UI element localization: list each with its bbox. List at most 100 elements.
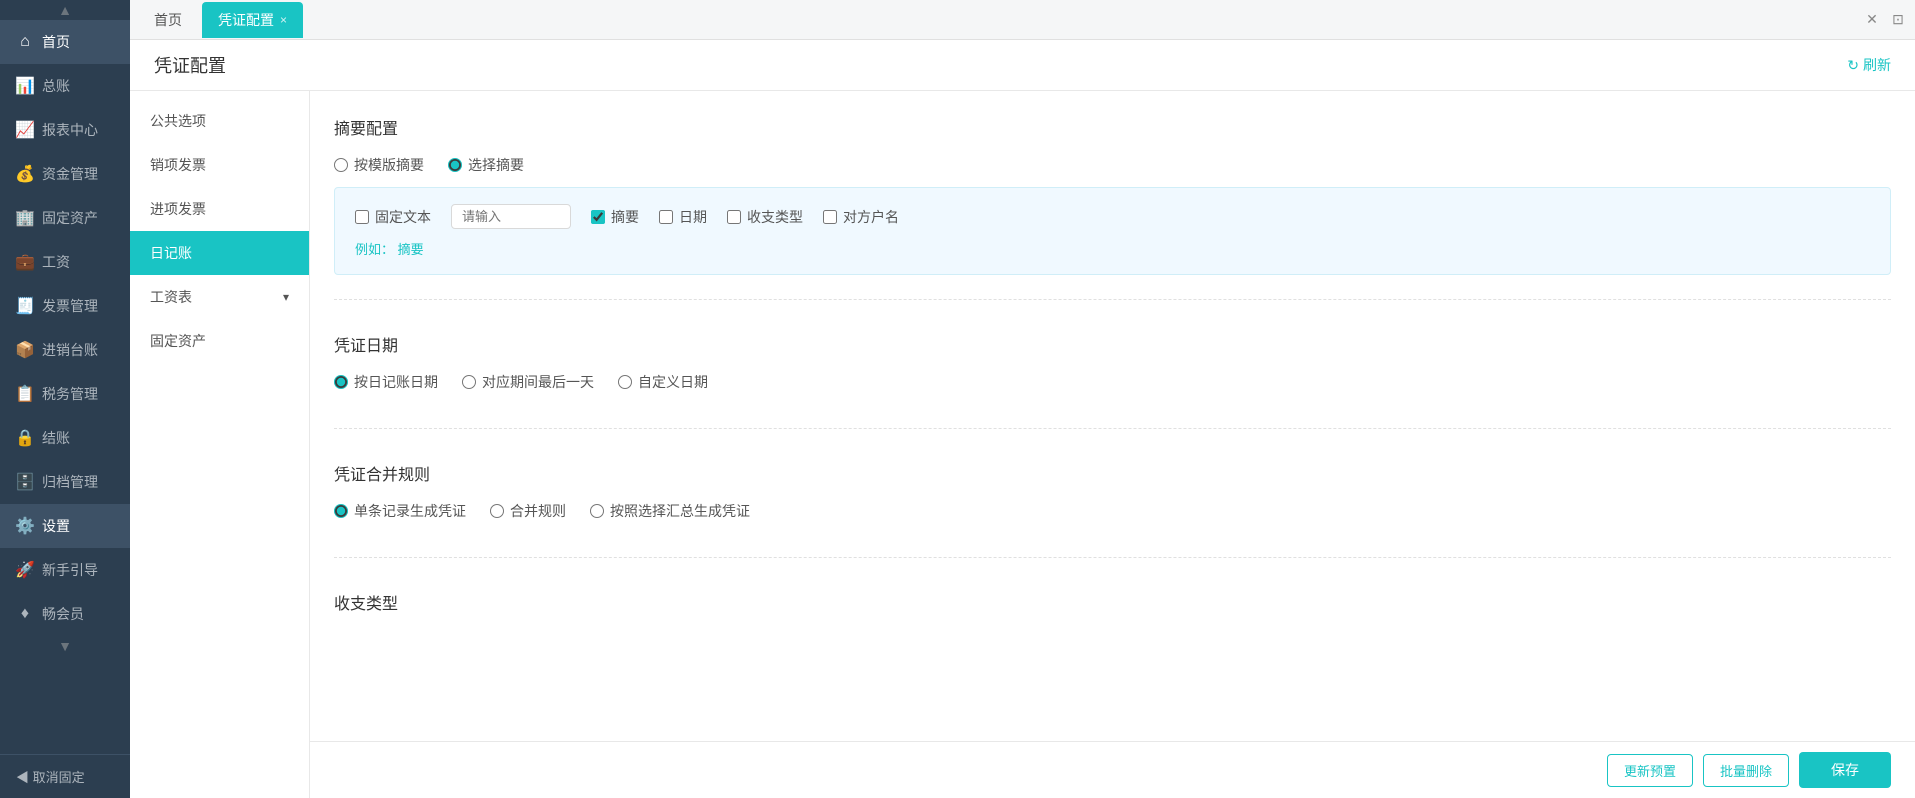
sidebar-item-funds[interactable]: 💰 资金管理 [0, 152, 130, 196]
ledger-icon: 📊 [16, 77, 34, 95]
window-resize-button[interactable]: ⊡ [1889, 11, 1907, 29]
reports-icon: 📈 [16, 121, 34, 139]
payroll-icon: 💼 [16, 253, 34, 271]
fixed-text-label: 固定文本 [375, 207, 431, 227]
voucher-date-section: 凭证日期 按日记账日期 对应期间最后一天 自定义日期 [334, 332, 1891, 429]
sidebar-item-assets[interactable]: 🏢 固定资产 [0, 196, 130, 240]
sidebar-item-payroll[interactable]: 💼 工资 [0, 240, 130, 284]
page-title: 凭证配置 [154, 52, 226, 78]
summary-config-section: 摘要配置 按模版摘要 选择摘要 [334, 115, 1891, 300]
left-nav-purchase-label: 进项发票 [150, 199, 206, 219]
home-icon: ⌂ [16, 33, 34, 51]
sidebar-item-reports[interactable]: 📈 报表中心 [0, 108, 130, 152]
summary-example: 例如： 摘要 [355, 239, 1870, 258]
left-nav-sales[interactable]: 销项发票 [130, 143, 309, 187]
sidebar-scroll-up[interactable]: ▲ [0, 0, 130, 20]
window-close-button[interactable]: ✕ [1863, 11, 1881, 29]
left-nav: 公共选项 销项发票 进项发票 日记账 工资表 ▾ 固定资产 [130, 91, 310, 798]
sidebar-item-invoice[interactable]: 🧾 发票管理 [0, 284, 130, 328]
merge-rule-radio[interactable] [490, 504, 504, 518]
member-icon: ♦ [16, 605, 34, 623]
sidebar-item-archive[interactable]: 🗄️ 归档管理 [0, 460, 130, 504]
summary-config-title: 摘要配置 [334, 115, 1891, 139]
select-merge-radio[interactable] [590, 504, 604, 518]
inventory-icon: 📦 [16, 341, 34, 359]
tax-icon: 📋 [16, 385, 34, 403]
sidebar-label-settings: 设置 [42, 516, 70, 536]
batch-delete-button[interactable]: 批量删除 [1703, 754, 1789, 787]
update-preview-button[interactable]: 更新预置 [1607, 754, 1693, 787]
fixed-text-input[interactable] [451, 204, 571, 229]
sidebar-item-guide[interactable]: 🚀 新手引导 [0, 548, 130, 592]
sidebar-label-closing: 结账 [42, 428, 70, 448]
refresh-button[interactable]: ↻ 刷新 [1847, 55, 1891, 75]
tab-voucher-config[interactable]: 凭证配置 × [202, 2, 303, 38]
last-day-radio[interactable] [462, 375, 476, 389]
fixed-text-checkbox[interactable] [355, 210, 369, 224]
assets-icon: 🏢 [16, 209, 34, 227]
custom-date-radio[interactable] [618, 375, 632, 389]
single-record-label: 单条记录生成凭证 [354, 501, 466, 521]
left-nav-public-label: 公共选项 [150, 111, 206, 131]
summary-checkbox-row: 固定文本 摘要 日期 [355, 204, 1870, 229]
sidebar-label-invoice: 发票管理 [42, 296, 98, 316]
checkbox-income-type[interactable]: 收支类型 [727, 207, 803, 227]
sidebar-item-member[interactable]: ♦ 畅会员 [0, 592, 130, 636]
single-record-radio[interactable] [334, 504, 348, 518]
date-radio-custom[interactable]: 自定义日期 [618, 372, 708, 392]
checkbox-counterpart[interactable]: 对方户名 [823, 207, 899, 227]
merge-radio-single[interactable]: 单条记录生成凭证 [334, 501, 466, 521]
left-nav-purchase[interactable]: 进项发票 [130, 187, 309, 231]
save-button[interactable]: 保存 [1799, 752, 1891, 788]
sidebar-item-ledger[interactable]: 📊 总账 [0, 64, 130, 108]
checkbox-fixed-text[interactable]: 固定文本 [355, 207, 431, 227]
left-nav-fixed-assets[interactable]: 固定资产 [130, 319, 309, 363]
refresh-icon: ↻ [1847, 57, 1859, 74]
summary-template-radio[interactable] [334, 158, 348, 172]
right-panel: 摘要配置 按模版摘要 选择摘要 [310, 91, 1915, 798]
summary-radio-template[interactable]: 按模版摘要 [334, 155, 424, 175]
summary-checkbox[interactable] [591, 210, 605, 224]
sidebar-scroll-down[interactable]: ▼ [0, 636, 130, 656]
left-nav-payroll-table[interactable]: 工资表 ▾ [130, 275, 309, 319]
income-type-checkbox[interactable] [727, 210, 741, 224]
date-radio-last-day[interactable]: 对应期间最后一天 [462, 372, 594, 392]
left-nav-public[interactable]: 公共选项 [130, 99, 309, 143]
sidebar-item-settings[interactable]: ⚙️ 设置 [0, 504, 130, 548]
checkbox-summary[interactable]: 摘要 [591, 207, 639, 227]
left-nav-journal-label: 日记账 [150, 243, 192, 263]
sidebar-label-tax: 税务管理 [42, 384, 98, 404]
tab-close-icon[interactable]: × [280, 13, 287, 27]
counterpart-checkbox[interactable] [823, 210, 837, 224]
merge-radio-merge[interactable]: 合并规则 [490, 501, 566, 521]
left-nav-journal[interactable]: 日记账 [130, 231, 309, 275]
tab-home[interactable]: 首页 [138, 2, 198, 38]
date-checkbox[interactable] [659, 210, 673, 224]
sidebar-unpin-button[interactable]: ◀ 取消固定 [0, 754, 130, 798]
sidebar-label-assets: 固定资产 [42, 208, 98, 228]
closing-icon: 🔒 [16, 429, 34, 447]
sidebar-item-tax[interactable]: 📋 税务管理 [0, 372, 130, 416]
page-header: 凭证配置 ↻ 刷新 [130, 40, 1915, 91]
checkbox-date[interactable]: 日期 [659, 207, 707, 227]
sidebar-item-closing[interactable]: 🔒 结账 [0, 416, 130, 460]
date-radio-journal[interactable]: 按日记账日期 [334, 372, 438, 392]
sidebar-item-inventory[interactable]: 📦 进销台账 [0, 328, 130, 372]
sidebar-label-home: 首页 [42, 32, 70, 52]
left-nav-sales-label: 销项发票 [150, 155, 206, 175]
summary-radio-select[interactable]: 选择摘要 [448, 155, 524, 175]
sidebar-item-home[interactable]: ⌂ 首页 [0, 20, 130, 64]
select-merge-label: 按照选择汇总生成凭证 [610, 501, 750, 521]
content-wrapper: 公共选项 销项发票 进项发票 日记账 工资表 ▾ 固定资产 [130, 91, 1915, 798]
summary-select-radio[interactable] [448, 158, 462, 172]
sidebar-label-inventory: 进销台账 [42, 340, 98, 360]
left-nav-payroll-table-label: 工资表 [150, 287, 192, 307]
sidebar-label-guide: 新手引导 [42, 560, 98, 580]
merge-rules-radio-group: 单条记录生成凭证 合并规则 按照选择汇总生成凭证 [334, 501, 1891, 521]
voucher-date-radio-group: 按日记账日期 对应期间最后一天 自定义日期 [334, 372, 1891, 392]
merge-radio-select-merge[interactable]: 按照选择汇总生成凭证 [590, 501, 750, 521]
journal-date-label: 按日记账日期 [354, 372, 438, 392]
archive-icon: 🗄️ [16, 473, 34, 491]
window-controls: ✕ ⊡ [1863, 11, 1907, 29]
journal-date-radio[interactable] [334, 375, 348, 389]
